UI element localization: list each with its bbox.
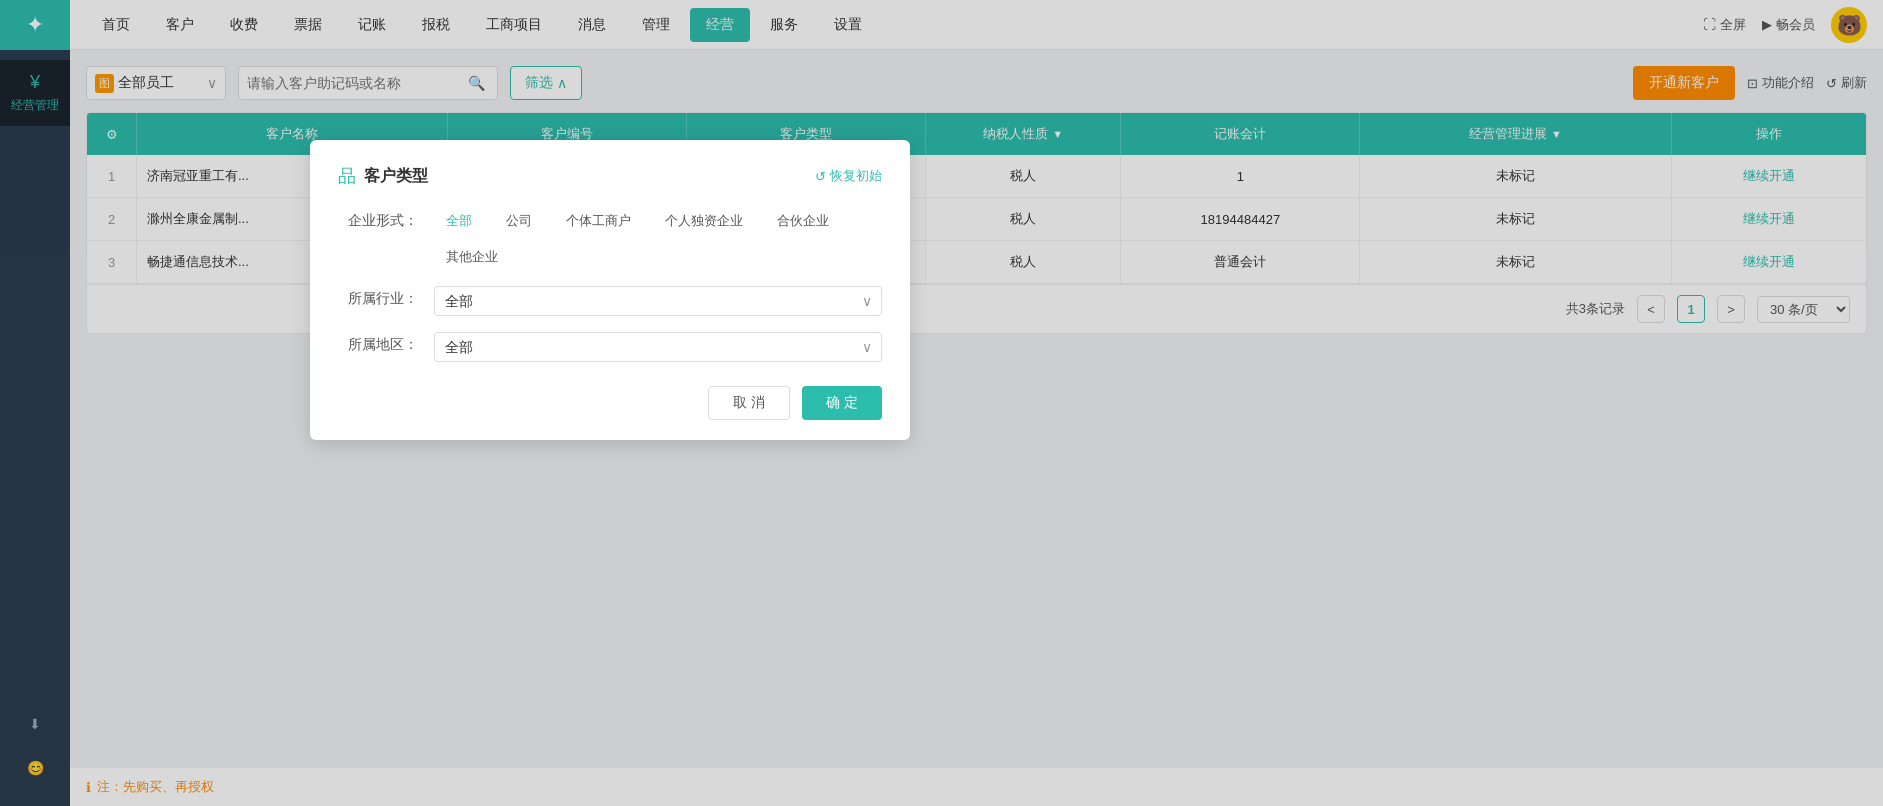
industry-label: 所属行业： — [338, 286, 418, 308]
region-select[interactable]: 全部 — [434, 332, 882, 362]
enterprise-option-sole[interactable]: 个人独资企业 — [653, 208, 755, 234]
industry-select[interactable]: 全部 — [434, 286, 882, 316]
confirm-button[interactable]: 确 定 — [802, 386, 882, 420]
filter-modal: 品 客户类型 ↺ 恢复初始 企业形式： 全部 公司 个体工商户 个人独资企业 合… — [310, 140, 910, 440]
enterprise-option-all[interactable]: 全部 — [434, 208, 484, 234]
region-select-wrap: 全部 ∨ — [434, 332, 882, 362]
modal-footer: 取 消 确 定 — [338, 386, 882, 420]
reset-icon: ↺ — [815, 169, 826, 184]
modal-title-icon: 品 — [338, 164, 356, 188]
enterprise-options: 全部 公司 个体工商户 个人独资企业 合伙企业 其他企业 — [434, 208, 882, 270]
enterprise-option-company[interactable]: 公司 — [494, 208, 544, 234]
modal-overlay[interactable]: 品 客户类型 ↺ 恢复初始 企业形式： 全部 公司 个体工商户 个人独资企业 合… — [0, 0, 1883, 806]
region-label: 所属地区： — [338, 332, 418, 354]
cancel-button[interactable]: 取 消 — [708, 386, 790, 420]
modal-title-text: 客户类型 — [364, 166, 807, 187]
enterprise-option-individual[interactable]: 个体工商户 — [554, 208, 643, 234]
enterprise-option-other[interactable]: 其他企业 — [434, 244, 510, 270]
enterprise-label: 企业形式： — [338, 208, 418, 230]
modal-region-row: 所属地区： 全部 ∨ — [338, 332, 882, 362]
reset-button[interactable]: ↺ 恢复初始 — [815, 167, 882, 185]
industry-select-wrap: 全部 ∨ — [434, 286, 882, 316]
modal-industry-row: 所属行业： 全部 ∨ — [338, 286, 882, 316]
enterprise-option-partnership[interactable]: 合伙企业 — [765, 208, 841, 234]
modal-title: 品 客户类型 ↺ 恢复初始 — [338, 164, 882, 188]
modal-enterprise-row: 企业形式： 全部 公司 个体工商户 个人独资企业 合伙企业 其他企业 — [338, 208, 882, 270]
